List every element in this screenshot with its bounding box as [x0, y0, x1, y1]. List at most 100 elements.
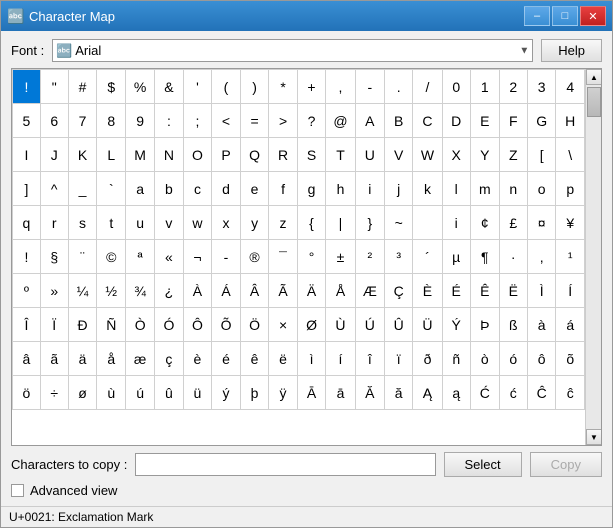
- char-cell[interactable]: ®: [240, 240, 269, 274]
- char-cell[interactable]: Ï: [40, 308, 68, 342]
- char-cell[interactable]: é: [212, 342, 241, 376]
- char-cell[interactable]: w: [183, 206, 212, 240]
- select-button[interactable]: Select: [444, 452, 522, 477]
- char-cell[interactable]: ': [183, 70, 212, 104]
- char-cell[interactable]: ²: [355, 240, 384, 274]
- char-cell[interactable]: ·: [499, 240, 527, 274]
- char-cell[interactable]: ā: [326, 376, 355, 410]
- char-cell[interactable]: Ý: [442, 308, 470, 342]
- scrollbar[interactable]: ▲ ▼: [585, 69, 601, 445]
- char-cell[interactable]: ¾: [126, 274, 155, 308]
- char-cell[interactable]: S: [297, 138, 326, 172]
- char-cell[interactable]: i: [355, 172, 384, 206]
- char-cell[interactable]: 1: [470, 70, 499, 104]
- char-cell[interactable]: f: [269, 172, 297, 206]
- char-cell[interactable]: T: [326, 138, 355, 172]
- char-cell[interactable]: Ä: [297, 274, 326, 308]
- char-cell[interactable]: È: [413, 274, 442, 308]
- char-cell[interactable]: b: [155, 172, 184, 206]
- char-cell[interactable]: ³: [385, 240, 413, 274]
- char-cell[interactable]: U: [355, 138, 384, 172]
- char-cell[interactable]: y: [240, 206, 269, 240]
- char-cell[interactable]: `: [97, 172, 126, 206]
- char-cell[interactable]: 7: [68, 104, 97, 138]
- char-cell[interactable]: E: [470, 104, 499, 138]
- char-cell[interactable]: e: [240, 172, 269, 206]
- char-cell[interactable]: u: [126, 206, 155, 240]
- char-cell[interactable]: Û: [385, 308, 413, 342]
- char-cell[interactable]: £: [499, 206, 527, 240]
- char-cell[interactable]: ë: [269, 342, 297, 376]
- char-cell[interactable]: Ć: [470, 376, 499, 410]
- char-cell[interactable]: ã: [40, 342, 68, 376]
- char-cell[interactable]: Ù: [326, 308, 355, 342]
- char-cell[interactable]: ¶: [470, 240, 499, 274]
- char-cell[interactable]: 4: [556, 70, 585, 104]
- char-cell[interactable]: ñ: [442, 342, 470, 376]
- char-cell[interactable]: A: [355, 104, 384, 138]
- char-cell[interactable]: Â: [240, 274, 269, 308]
- char-cell[interactable]: Q: [240, 138, 269, 172]
- char-cell[interactable]: ö: [13, 376, 41, 410]
- char-cell[interactable]: Ò: [126, 308, 155, 342]
- char-cell[interactable]: {: [297, 206, 326, 240]
- char-cell[interactable]: ý: [212, 376, 241, 410]
- char-cell[interactable]: ¤: [527, 206, 556, 240]
- char-cell[interactable]: Ê: [470, 274, 499, 308]
- char-cell[interactable]: à: [527, 308, 556, 342]
- char-cell[interactable]: Þ: [470, 308, 499, 342]
- char-cell[interactable]: !: [13, 70, 41, 104]
- char-cell[interactable]: z: [269, 206, 297, 240]
- char-cell[interactable]: ^: [40, 172, 68, 206]
- char-cell[interactable]: j: [385, 172, 413, 206]
- char-cell[interactable]: C: [413, 104, 442, 138]
- char-cell[interactable]: ÷: [40, 376, 68, 410]
- char-cell[interactable]: R: [269, 138, 297, 172]
- minimize-button[interactable]: –: [524, 6, 550, 26]
- char-cell[interactable]: O: [183, 138, 212, 172]
- char-cell[interactable]: X: [442, 138, 470, 172]
- char-cell[interactable]: º: [13, 274, 41, 308]
- char-cell[interactable]: J: [40, 138, 68, 172]
- char-cell[interactable]: 5: [13, 104, 41, 138]
- char-cell[interactable]: Ü: [413, 308, 442, 342]
- char-cell[interactable]: i: [442, 206, 470, 240]
- char-cell[interactable]: H: [556, 104, 585, 138]
- char-cell[interactable]: k: [413, 172, 442, 206]
- char-cell[interactable]: c: [183, 172, 212, 206]
- char-cell[interactable]: Ì: [527, 274, 556, 308]
- char-cell[interactable]: N: [155, 138, 184, 172]
- restore-button[interactable]: □: [552, 6, 578, 26]
- char-cell[interactable]: ĉ: [556, 376, 585, 410]
- char-cell[interactable]: Ú: [355, 308, 384, 342]
- char-cell[interactable]: D: [442, 104, 470, 138]
- char-cell[interactable]: V: [385, 138, 413, 172]
- char-cell[interactable]: Í: [556, 274, 585, 308]
- char-cell[interactable]: ,: [527, 240, 556, 274]
- char-cell[interactable]: Ñ: [97, 308, 126, 342]
- char-cell[interactable]: ´: [413, 240, 442, 274]
- char-cell[interactable]: l: [442, 172, 470, 206]
- char-cell[interactable]: p: [556, 172, 585, 206]
- char-cell[interactable]: a: [126, 172, 155, 206]
- char-cell[interactable]: Ø: [297, 308, 326, 342]
- char-cell[interactable]: Ð: [68, 308, 97, 342]
- char-cell[interactable]: Ā: [297, 376, 326, 410]
- char-cell[interactable]: r: [40, 206, 68, 240]
- char-cell[interactable]: å: [97, 342, 126, 376]
- scrollbar-thumb[interactable]: [587, 87, 601, 117]
- char-cell[interactable]: .: [385, 70, 413, 104]
- char-cell[interactable]: ¯: [269, 240, 297, 274]
- char-cell[interactable]: æ: [126, 342, 155, 376]
- char-cell[interactable]: 0: [442, 70, 470, 104]
- char-cell[interactable]: Z: [499, 138, 527, 172]
- char-cell[interactable]: ß: [499, 308, 527, 342]
- char-cell[interactable]: 3: [527, 70, 556, 104]
- char-cell[interactable]: m: [470, 172, 499, 206]
- char-cell[interactable]: d: [212, 172, 241, 206]
- char-cell[interactable]: Ă: [355, 376, 384, 410]
- char-cell[interactable]: &: [155, 70, 184, 104]
- char-cell[interactable]: ć: [499, 376, 527, 410]
- char-cell[interactable]: ]: [13, 172, 41, 206]
- char-cell[interactable]: ª: [126, 240, 155, 274]
